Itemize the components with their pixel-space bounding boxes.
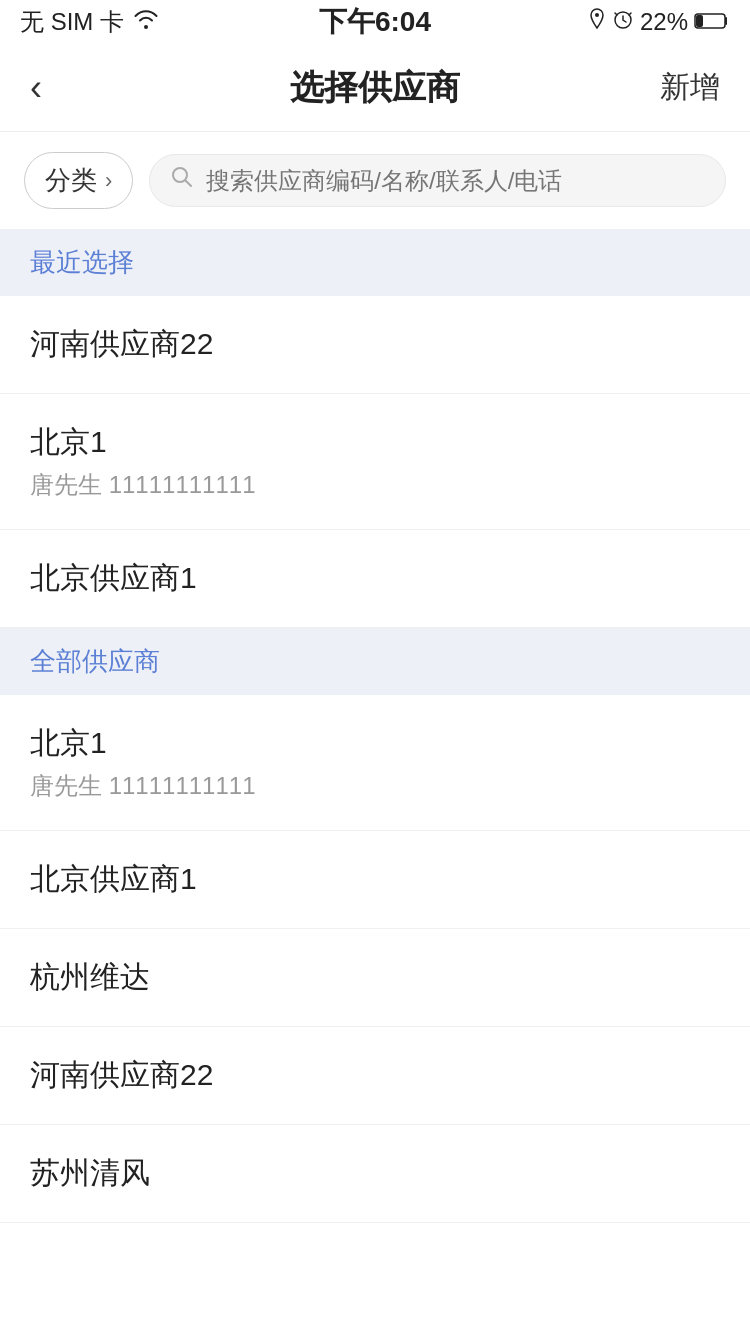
chevron-right-icon: › xyxy=(105,168,112,194)
status-bar: 无 SIM 卡 下午6:04 22% xyxy=(0,0,750,44)
svg-point-0 xyxy=(595,13,599,17)
list-item[interactable]: 河南供应商22 xyxy=(0,1027,750,1125)
category-label: 分类 xyxy=(45,163,97,198)
search-icon xyxy=(170,165,194,196)
back-button[interactable]: ‹ xyxy=(30,67,90,109)
recent-section-header: 最近选择 xyxy=(0,229,750,296)
recent-list: 河南供应商22 北京1 唐先生 11111111111 北京供应商1 xyxy=(0,296,750,628)
item-name: 河南供应商22 xyxy=(30,1055,720,1096)
filter-row: 分类 › xyxy=(0,132,750,229)
wifi-icon xyxy=(132,8,160,36)
category-filter[interactable]: 分类 › xyxy=(24,152,133,209)
status-right: 22% xyxy=(588,8,730,36)
battery-label: 22% xyxy=(640,8,688,36)
item-sub: 唐先生 11111111111 xyxy=(30,770,720,802)
all-list: 北京1 唐先生 11111111111 北京供应商1 杭州维达河南供应商22 苏州清风 xyxy=(0,695,750,1223)
list-item[interactable]: 苏州清风 xyxy=(0,1125,750,1223)
item-sub: 唐先生 11111111111 xyxy=(30,469,720,501)
item-name: 河南供应商22 xyxy=(30,324,720,365)
status-time: 下午6:04 xyxy=(319,3,431,41)
recent-section-label: 最近选择 xyxy=(30,247,134,277)
nav-bar: ‹ 选择供应商 新增 xyxy=(0,44,750,132)
list-item[interactable]: 北京供应商1 xyxy=(0,831,750,929)
alarm-icon xyxy=(612,8,634,36)
item-name: 北京1 xyxy=(30,723,720,764)
item-name: 杭州维达 xyxy=(30,957,720,998)
list-item[interactable]: 北京1 唐先生 11111111111 xyxy=(0,695,750,831)
battery-icon xyxy=(694,8,730,36)
all-section-header: 全部供应商 xyxy=(0,628,750,695)
item-name: 北京供应商1 xyxy=(30,859,720,900)
list-item[interactable]: 北京供应商1 xyxy=(0,530,750,628)
add-button[interactable]: 新增 xyxy=(660,67,720,108)
status-left: 无 SIM 卡 xyxy=(20,6,160,38)
item-name: 北京供应商1 xyxy=(30,558,720,599)
carrier-label: 无 SIM 卡 xyxy=(20,6,124,38)
list-item[interactable]: 杭州维达 xyxy=(0,929,750,1027)
search-bar[interactable] xyxy=(149,154,726,207)
item-name: 北京1 xyxy=(30,422,720,463)
search-input[interactable] xyxy=(206,167,705,195)
location-icon xyxy=(588,8,606,36)
list-item[interactable]: 北京1 唐先生 11111111111 xyxy=(0,394,750,530)
list-item[interactable]: 河南供应商22 xyxy=(0,296,750,394)
page-title: 选择供应商 xyxy=(290,65,460,111)
svg-rect-3 xyxy=(696,15,703,27)
all-section-label: 全部供应商 xyxy=(30,646,160,676)
item-name: 苏州清风 xyxy=(30,1153,720,1194)
